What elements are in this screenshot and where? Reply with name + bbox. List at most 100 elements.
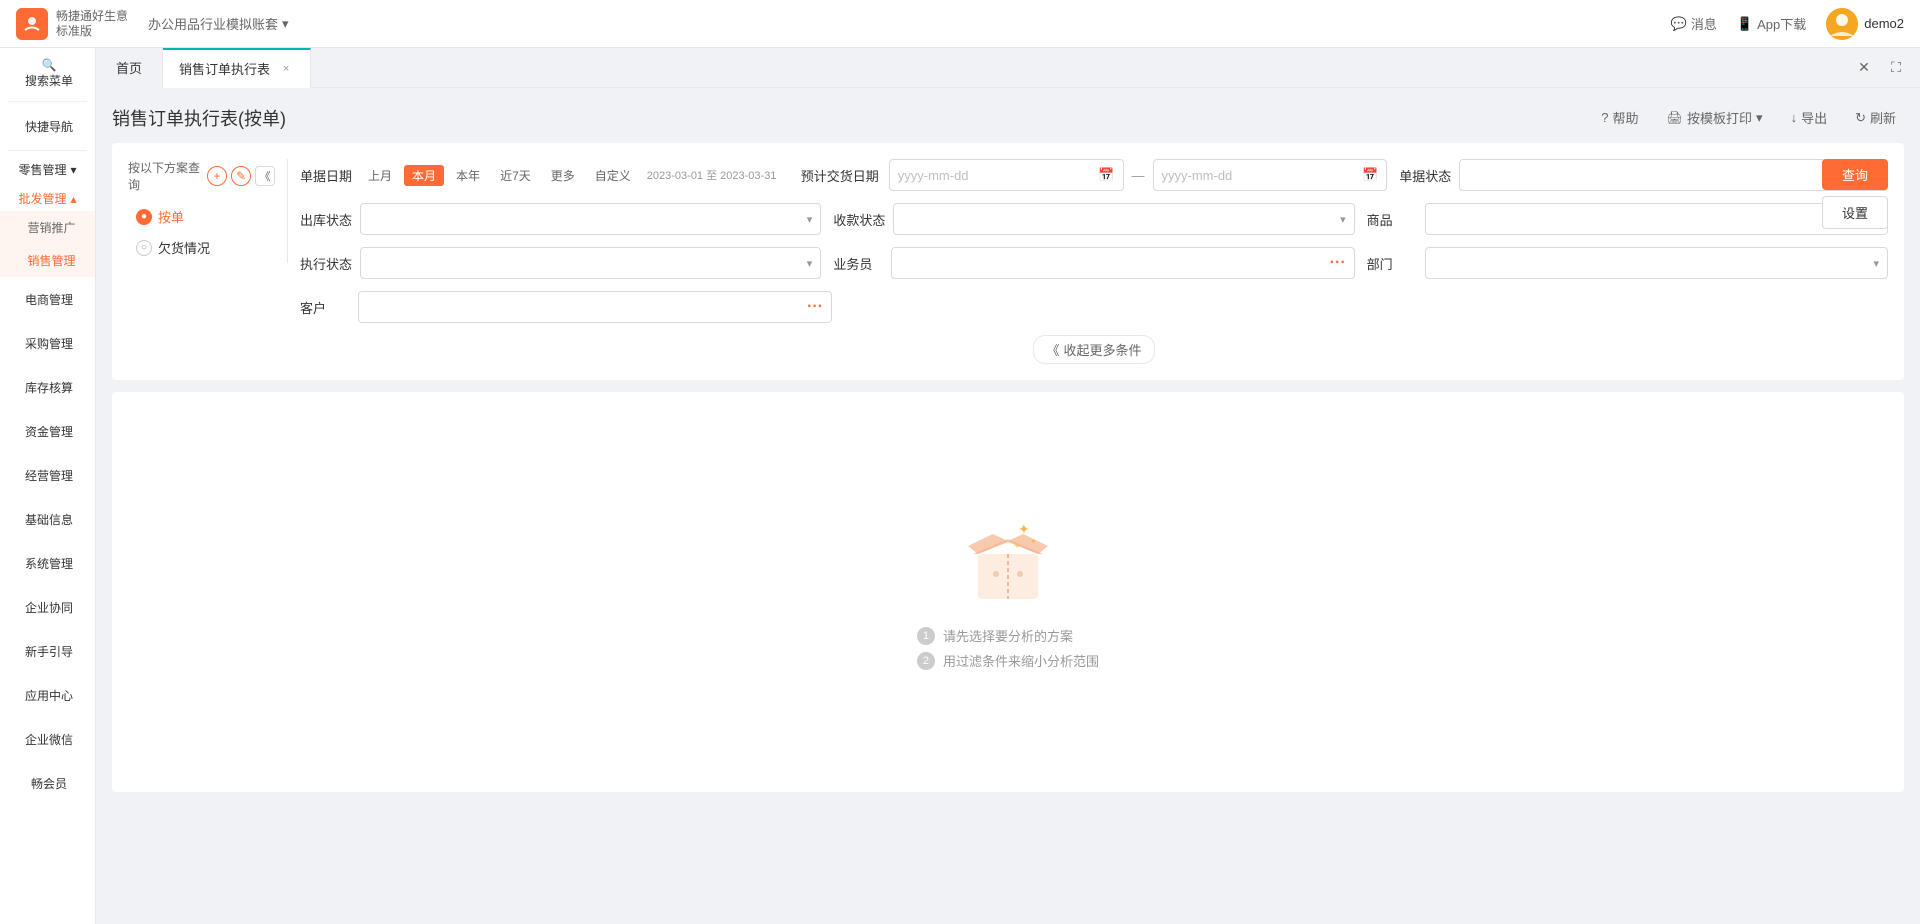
filter-scheme-actions: + ✎ 《 (207, 166, 275, 186)
date-tabs: 上月 本月 本年 近7天 更多 自定义 (360, 165, 639, 186)
goods-input[interactable]: ··· (1425, 203, 1888, 235)
filter-item-date: 单据日期 上月 本月 本年 近7天 更多 自定义 (300, 165, 789, 186)
scheme-item-order[interactable]: ● 按单 (128, 201, 275, 232)
salesman-input[interactable]: ··· (891, 247, 1354, 279)
edit-scheme-button[interactable]: ✎ (231, 166, 251, 186)
user-avatar-area[interactable]: demo2 (1826, 8, 1904, 40)
filter-fields: 单据日期 上月 本月 本年 近7天 更多 自定义 (300, 159, 1888, 364)
tip-num-1: 1 (917, 627, 935, 645)
sidebar-item-search[interactable]: 🔍 搜索菜单 (0, 48, 95, 99)
out-status-dropdown[interactable]: ▾ (360, 203, 821, 235)
chevron-up-icon: ▴ (70, 192, 76, 206)
divider2 (8, 150, 87, 151)
tab-close-all-button[interactable]: ✕ (1852, 56, 1876, 80)
scheme-item-shortage[interactable]: ○ 欠货情况 (128, 232, 275, 263)
sidebar-sub-wholesale: 营销推广 销售管理 (0, 211, 95, 277)
out-status-arrow: ▾ (807, 213, 813, 226)
goods-label: 商品 (1367, 210, 1417, 229)
svg-text:✦: ✦ (1018, 521, 1030, 537)
filter-item-exec-status: 执行状态 ▾ (300, 247, 821, 279)
date-tab-this-month[interactable]: 本月 (404, 165, 444, 186)
filter-panel: 按以下方案查询 + ✎ 《 ● 按单 ○ (112, 143, 1904, 380)
filter-item-customer: 客户 ··· (300, 291, 832, 323)
query-button[interactable]: 查询 (1822, 159, 1888, 190)
dept-dropdown[interactable]: ▾ (1425, 247, 1888, 279)
search-icon: 🔍 (42, 58, 57, 72)
header-left: 畅捷通好生意 标准版 办公用品行业模拟账套 ▾ (16, 8, 297, 40)
sidebar-item-wechat[interactable]: 企业微信 (0, 717, 95, 761)
date-tab-this-year[interactable]: 本年 (448, 165, 488, 186)
sidebar-item-quicknav[interactable]: 快捷导航 (0, 104, 95, 148)
app-download-button[interactable]: 📱 App下载 (1737, 14, 1806, 33)
salesman-dots[interactable]: ··· (1330, 254, 1346, 272)
message-icon: 💬 (1671, 16, 1687, 32)
sidebar-subitem-marketing[interactable]: 营销推广 (0, 211, 95, 244)
filter-item-out-status: 出库状态 ▾ (300, 203, 821, 235)
expected-date-from-placeholder: yyyy-mm-dd (898, 168, 1095, 183)
customer-dots[interactable]: ··· (807, 298, 823, 316)
export-icon: ↓ (1791, 110, 1798, 125)
date-tab-custom[interactable]: 自定义 (587, 165, 639, 186)
avatar (1826, 8, 1858, 40)
expected-date-from[interactable]: yyyy-mm-dd 📅 (889, 159, 1124, 191)
date-label: 单据日期 (300, 166, 352, 185)
settings-button[interactable]: 设置 (1822, 196, 1888, 229)
date-tab-more[interactable]: 更多 (543, 165, 583, 186)
sidebar-item-newuser[interactable]: 新手引导 (0, 629, 95, 673)
filter-row-1: 单据日期 上月 本月 本年 近7天 更多 自定义 (300, 159, 1888, 191)
help-button[interactable]: ? 帮助 (1593, 104, 1646, 131)
tab-actions: ✕ ⛶ (1840, 56, 1920, 80)
query-actions: 查询 设置 (1822, 159, 1888, 229)
payment-status-dropdown[interactable]: ▾ (893, 203, 1354, 235)
tab-close-button[interactable]: × (278, 61, 294, 77)
tip-num-2: 2 (917, 652, 935, 670)
industry-selector[interactable]: 办公用品行业模拟账套 ▾ (140, 10, 297, 37)
message-button[interactable]: 💬 消息 (1671, 14, 1717, 33)
sidebar-item-inventory[interactable]: 库存核算 (0, 365, 95, 409)
content-area: 首页 销售订单执行表 × ✕ ⛶ 销售订单执行表(按单) ? 帮助 (96, 48, 1920, 924)
date-range-text: 2023-03-01 至 2023-03-31 (647, 167, 777, 183)
add-scheme-button[interactable]: + (207, 166, 227, 186)
export-button[interactable]: ↓ 导出 (1783, 104, 1836, 131)
salesman-label: 业务员 (833, 254, 883, 273)
sidebar-item-operation[interactable]: 经营管理 (0, 453, 95, 497)
scheme-inactive-dot: ○ (136, 240, 152, 256)
help-icon: ? (1601, 110, 1608, 125)
collapse-more-button[interactable]: 《 收起更多条件 (1033, 335, 1154, 364)
filter-item-payment-status: 收款状态 ▾ (833, 203, 1354, 235)
customer-input[interactable]: ··· (358, 291, 832, 323)
exec-status-dropdown[interactable]: ▾ (360, 247, 821, 279)
expected-date-to[interactable]: yyyy-mm-dd 📅 (1153, 159, 1388, 191)
date-tab-7days[interactable]: 近7天 (492, 165, 539, 186)
logo-text: 畅捷通好生意 标准版 (56, 9, 128, 38)
svg-text:✦: ✦ (1030, 537, 1037, 546)
sidebar-subitem-sales[interactable]: 销售管理 (0, 244, 95, 277)
sidebar-item-ecommerce[interactable]: 电商管理 (0, 277, 95, 321)
tab-home[interactable]: 首页 (96, 48, 163, 88)
sidebar-item-sysadmin[interactable]: 系统管理 (0, 541, 95, 585)
expected-date-label: 预计交货日期 (801, 166, 881, 185)
sidebar-item-wholesale[interactable]: 批发管理 ▴ (0, 182, 95, 211)
refresh-icon: ↻ (1855, 110, 1866, 126)
sidebar-item-purchase[interactable]: 采购管理 (0, 321, 95, 365)
sidebar-item-finance[interactable]: 资金管理 (0, 409, 95, 453)
date-tab-last-month[interactable]: 上月 (360, 165, 400, 186)
sidebar-item-member[interactable]: 畅会员 (0, 761, 95, 805)
sidebar-item-collab[interactable]: 企业协同 (0, 585, 95, 629)
filter-row-4: 客户 ··· (300, 291, 1888, 323)
dept-arrow: ▾ (1873, 257, 1879, 270)
sidebar-item-retail[interactable]: 零售管理 ▾ (0, 153, 95, 182)
calendar-icon-to: 📅 (1362, 167, 1378, 183)
out-status-label: 出库状态 (300, 210, 352, 229)
empty-tip-1: 1 请先选择要分析的方案 (917, 626, 1099, 645)
sidebar-item-basicinfo[interactable]: 基础信息 (0, 497, 95, 541)
empty-icon: ✦ ✦ ✦ (958, 514, 1058, 614)
main-layout: 🔍 搜索菜单 快捷导航 零售管理 ▾ 批发管理 ▴ 营销推广 销售管理 电商管理 (0, 48, 1920, 924)
refresh-button[interactable]: ↻ 刷新 (1847, 104, 1904, 131)
exec-status-label: 执行状态 (300, 254, 352, 273)
template-print-button[interactable]: 🖨 按模板打印 ▾ (1659, 104, 1771, 131)
tab-sales-order[interactable]: 销售订单执行表 × (163, 48, 311, 88)
collapse-left-button[interactable]: 《 (255, 166, 275, 186)
tab-expand-button[interactable]: ⛶ (1884, 56, 1908, 80)
sidebar-item-appcenter[interactable]: 应用中心 (0, 673, 95, 717)
